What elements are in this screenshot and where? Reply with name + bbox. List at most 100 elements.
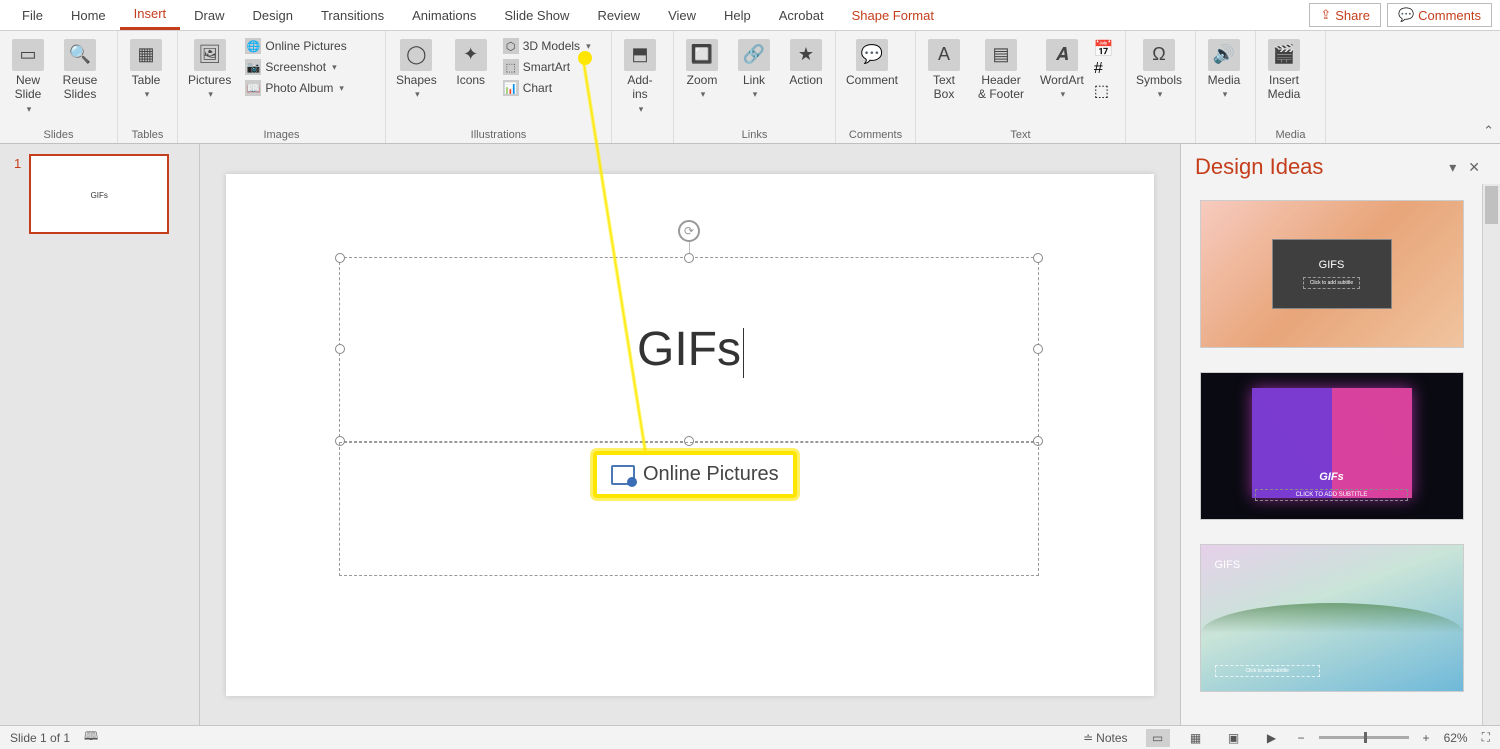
chart-button[interactable]: 📊 Chart [499,79,595,97]
pane-close-button[interactable]: ✕ [1462,159,1486,176]
group-label-tables: Tables [122,127,173,142]
notes-icon: ≐ [1083,731,1093,745]
action-icon: ★ [790,39,822,71]
tab-review[interactable]: Review [583,0,654,30]
zoom-slider[interactable] [1319,736,1409,739]
new-slide-button[interactable]: ▭ New Slide▾ [4,35,52,117]
online-pictures-callout-icon [611,465,635,485]
comments-button[interactable]: 💬 Comments [1387,3,1492,27]
design-idea-2[interactable]: GIFs CLICK TO ADD SUBTITLE [1200,372,1464,520]
group-label-media: Media [1260,127,1321,142]
pane-options-button[interactable]: ▾ [1443,159,1462,176]
zoom-icon: 🔲 [686,39,718,71]
addins-button[interactable]: ⬒ Add- ins▾ [616,35,664,117]
design-ideas-title: Design Ideas [1195,154,1443,180]
zoom-percent[interactable]: 62% [1444,731,1468,745]
group-label-images: Images [182,127,381,142]
icons-button[interactable]: ✦ Icons [447,35,495,89]
header-footer-icon: ▤ [985,39,1017,71]
date-time-icon[interactable]: 📅 [1094,39,1112,57]
pictures-button[interactable]: 🖼 Pictures▾ [182,35,237,102]
link-icon: 🔗 [738,39,770,71]
comment-button[interactable]: 💬 Comment [840,35,904,89]
reuse-slides-icon: 🔍 [64,39,96,71]
tab-shape-format[interactable]: Shape Format [838,0,948,30]
reading-view-button[interactable]: ▣ [1222,729,1246,747]
sorter-view-button[interactable]: ▦ [1184,729,1208,747]
tab-help[interactable]: Help [710,0,765,30]
header-footer-button[interactable]: ▤ Header & Footer [972,35,1030,104]
chart-icon: 📊 [503,80,519,96]
sel-handle-n[interactable] [684,253,694,263]
fit-to-window-button[interactable]: ⛶ [1482,730,1490,745]
tab-draw[interactable]: Draw [180,0,238,30]
group-label-links: Links [678,127,831,142]
sel-handle-w[interactable] [335,344,345,354]
slide-canvas[interactable]: ⟳ GIFs Click to add subtitle [226,174,1154,696]
online-pictures-button[interactable]: 🌐 Online Pictures [241,37,350,55]
link-button[interactable]: 🔗 Link▾ [730,35,778,102]
zoom-slider-knob[interactable] [1364,732,1367,743]
textbox-icon: A [928,39,960,71]
new-slide-icon: ▭ [12,39,44,71]
tab-animations[interactable]: Animations [398,0,490,30]
rotate-handle[interactable]: ⟳ [678,220,700,258]
insert-media-icon: 🎬 [1268,39,1300,71]
design-ideas-scrollbar[interactable] [1482,184,1500,725]
sel-handle-ne[interactable] [1033,253,1043,263]
screenshot-button[interactable]: 📷 Screenshot▾ [241,58,350,76]
title-text[interactable]: GIFs [637,322,741,377]
smartart-icon: ⬚ [503,59,519,75]
ribbon: ▭ New Slide▾ 🔍 Reuse Slides Slides ▦ Tab… [0,31,1500,144]
tab-acrobat[interactable]: Acrobat [765,0,838,30]
design-ideas-pane: Design Ideas ▾ ✕ GIFS Click to add subti… [1180,144,1500,725]
tab-slideshow[interactable]: Slide Show [490,0,583,30]
slideshow-view-button[interactable]: ▶ [1260,729,1284,747]
slide-thumbnail-1[interactable]: GIFs [29,154,169,234]
action-button[interactable]: ★ Action [782,35,830,89]
text-cursor [743,328,744,378]
sel-handle-e[interactable] [1033,344,1043,354]
collapse-ribbon-button[interactable]: ⌃ [1483,123,1494,139]
media-button[interactable]: 🔊 Media▾ [1200,35,1248,102]
notes-button[interactable]: ≐ Notes [1079,731,1131,745]
zoom-in-button[interactable]: + [1423,731,1430,745]
tab-file[interactable]: File [8,0,57,30]
comment-icon: 💬 [856,39,888,71]
insert-media-button[interactable]: 🎬 Insert Media [1260,35,1308,104]
share-button[interactable]: ⇪ Share [1309,3,1381,27]
slide-edit-area[interactable]: ⟳ GIFs Click to add subtitle [200,144,1180,725]
tab-transitions[interactable]: Transitions [307,0,398,30]
object-icon[interactable]: ⬚ [1094,81,1112,99]
tab-home[interactable]: Home [57,0,120,30]
online-pictures-icon: 🌐 [245,38,261,54]
shapes-button[interactable]: ◯ Shapes▾ [390,35,443,102]
normal-view-button[interactable]: ▭ [1146,729,1170,747]
share-label: Share [1335,8,1370,23]
shapes-icon: ◯ [400,39,432,71]
tab-insert[interactable]: Insert [120,0,181,30]
photo-album-button[interactable]: 📖 Photo Album▾ [241,79,350,97]
group-label-illustrations: Illustrations [390,127,607,142]
slide-number-icon[interactable]: # [1094,60,1112,78]
sel-handle-nw[interactable] [335,253,345,263]
title-placeholder[interactable]: ⟳ GIFs [339,257,1039,442]
design-idea-1[interactable]: GIFS Click to add subtitle [1200,200,1464,348]
table-button[interactable]: ▦ Table▾ [122,35,170,102]
design-idea-3[interactable]: GIFS Click to add subtitle [1200,544,1464,692]
zoom-button[interactable]: 🔲 Zoom▾ [678,35,726,102]
media-icon: 🔊 [1208,39,1240,71]
zoom-out-button[interactable]: − [1298,731,1305,745]
tab-view[interactable]: View [654,0,710,30]
symbols-button[interactable]: Ω Symbols▾ [1130,35,1188,102]
wordart-icon: 𝑨 [1046,39,1078,71]
slide-thumbnail-panel: 1 GIFs [0,144,200,725]
accessibility-icon[interactable]: 🕮 [84,727,98,748]
scrollbar-thumb[interactable] [1485,186,1498,224]
wordart-button[interactable]: 𝑨 WordArt▾ [1034,35,1090,102]
callout-highlight-box: Online Pictures [593,451,797,498]
tab-design[interactable]: Design [239,0,307,30]
textbox-button[interactable]: A Text Box [920,35,968,104]
icons-icon: ✦ [455,39,487,71]
reuse-slides-button[interactable]: 🔍 Reuse Slides [56,35,104,104]
